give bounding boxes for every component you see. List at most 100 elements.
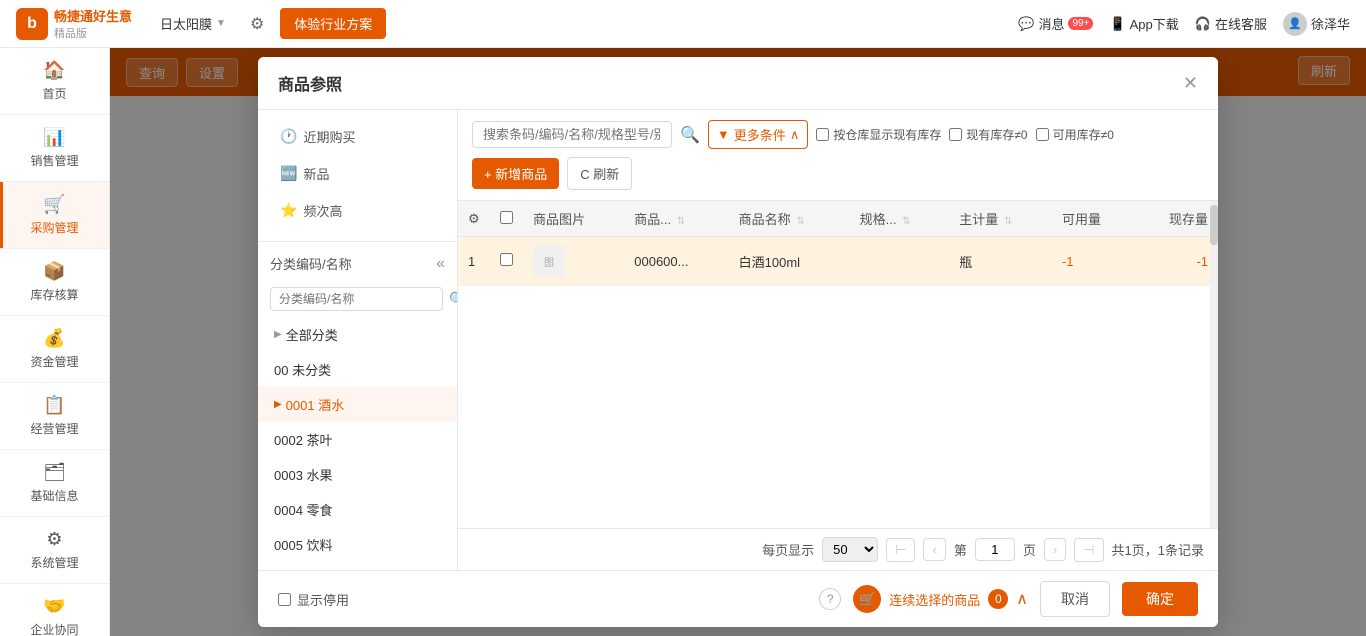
category-active-arrow-icon: ▶ <box>274 399 282 410</box>
left-collapse-button[interactable]: « <box>436 255 445 273</box>
available-ne-checkbox-label[interactable]: 可用库存≠0 <box>1036 126 1114 143</box>
online-service-label: 在线客服 <box>1215 14 1267 33</box>
content-area: 查询 设置 刷新 商品参照 ✕ 🕐 <box>110 48 1366 636</box>
message-button[interactable]: 💬 消息 99+ <box>1018 14 1093 33</box>
th-available[interactable]: 可用量 <box>1052 201 1135 237</box>
available-ne-checkbox[interactable] <box>1036 128 1049 141</box>
stock-ne-checkbox[interactable] <box>949 128 962 141</box>
add-product-button[interactable]: + 新增商品 <box>472 158 559 189</box>
modal-footer: 显示停用 ? 🛒 连续选择的商品 0 ∧ 取消 确定 <box>258 570 1218 627</box>
refresh-button[interactable]: C 刷新 <box>567 157 632 190</box>
product-search-input[interactable] <box>472 121 672 148</box>
category-0003[interactable]: 0003 水果 <box>258 457 457 492</box>
filter-button[interactable]: ▼ 更多条件 ∧ <box>708 120 808 149</box>
row-checkbox-cell[interactable] <box>490 237 523 286</box>
page-suffix: 页 <box>1023 540 1036 559</box>
sidebar-item-system[interactable]: ⚙ 系统管理 <box>0 517 109 584</box>
category-0002[interactable]: 0002 茶叶 <box>258 422 457 457</box>
tab-recent-purchase[interactable]: 🕐 近期购买 <box>270 120 445 153</box>
experience-button[interactable]: 体验行业方案 <box>280 8 386 39</box>
th-unit[interactable]: 主计量 ⇅ <box>949 201 1052 237</box>
sidebar-item-inventory[interactable]: 📦 库存核算 <box>0 249 109 316</box>
th-code[interactable]: 商品... ⇅ <box>624 201 728 237</box>
sidebar-item-home[interactable]: 🏠 首页 <box>0 48 109 115</box>
category-search-input[interactable] <box>270 287 443 311</box>
sort-code-icon: ⇅ <box>677 216 685 227</box>
th-image: 商品图片 <box>523 201 624 237</box>
sidebar-item-basic[interactable]: 🗂 基础信息 <box>0 450 109 517</box>
product-reference-modal: 商品参照 ✕ 🕐 近期购买 🆕 <box>258 57 1218 627</box>
warehouse-checkbox[interactable] <box>816 128 829 141</box>
sidebar-item-operation[interactable]: 📋 经营管理 <box>0 383 109 450</box>
row-checkbox[interactable] <box>500 253 513 266</box>
category-list: ▶ 全部分类 00 未分类 ▶ 0001 酒水 0002 茶 <box>258 317 457 570</box>
sort-name-icon: ⇅ <box>796 216 804 227</box>
help-icon[interactable]: ? <box>819 588 841 610</box>
app-download-button[interactable]: 📱 App下载 <box>1109 14 1178 33</box>
col-code-label: 商品... <box>634 212 671 227</box>
sidebar-label-basic: 基础信息 <box>30 487 78 504</box>
row-unit-cell: 瓶 <box>949 237 1052 286</box>
scrollbar-track[interactable] <box>1210 201 1218 528</box>
sidebar-item-sales[interactable]: 📊 销售管理 <box>0 115 109 182</box>
online-service-button[interactable]: 🎧 在线客服 <box>1195 14 1267 33</box>
logo-text: 畅捷通好生意 精品版 <box>54 6 132 41</box>
sidebar-item-finance[interactable]: 💰 资金管理 <box>0 316 109 383</box>
modal-close-button[interactable]: ✕ <box>1183 74 1198 92</box>
th-settings[interactable]: ⚙ <box>458 201 490 237</box>
category-label-00: 00 未分类 <box>274 360 331 379</box>
modal-overlay: 商品参照 ✕ 🕐 近期购买 🆕 <box>110 48 1366 636</box>
filter-label: 更多条件 <box>734 125 786 144</box>
table-row[interactable]: 1 图 000600... 白酒100ml 瓶 <box>458 237 1218 286</box>
sales-icon: 📊 <box>43 127 65 148</box>
stock-ne-checkbox-label[interactable]: 现有库存≠0 <box>949 126 1027 143</box>
per-page-select[interactable]: 50 100 200 <box>822 537 878 562</box>
sidebar-label-home: 首页 <box>42 85 66 102</box>
page-input[interactable] <box>975 538 1015 561</box>
sort-unit-icon: ⇅ <box>1004 216 1012 227</box>
store-name: 日太阳膜 <box>160 14 212 33</box>
tab-frequent[interactable]: ⭐ 频次高 <box>270 194 445 227</box>
message-label: 消息 <box>1038 14 1064 33</box>
row-code-cell: 000600... <box>624 237 728 286</box>
tab-new-product[interactable]: 🆕 新品 <box>270 157 445 190</box>
row-index: 1 <box>458 237 490 286</box>
th-checkbox[interactable] <box>490 201 523 237</box>
first-page-button[interactable]: ⊢ <box>886 538 915 562</box>
sidebar-item-purchase[interactable]: 🛒 采购管理 <box>0 182 109 249</box>
category-0004[interactable]: 0004 零食 <box>258 492 457 527</box>
scrollbar-thumb[interactable] <box>1210 205 1218 245</box>
enterprise-icon: 🤝 <box>43 596 65 617</box>
th-spec[interactable]: 规格... ⇅ <box>850 201 950 237</box>
logo: b 畅捷通好生意 精品版 <box>16 6 132 41</box>
store-selector[interactable]: 日太阳膜 ▼ <box>152 10 234 37</box>
category-0001[interactable]: ▶ 0001 酒水 <box>258 387 457 422</box>
category-search-icon[interactable]: 🔍 <box>449 291 458 308</box>
category-00[interactable]: 00 未分类 <box>258 352 457 387</box>
cart-icon[interactable]: 🛒 <box>853 585 881 613</box>
tab-new-label: 新品 <box>303 164 329 183</box>
last-page-button[interactable]: ⊣ <box>1074 538 1103 562</box>
product-search-icon[interactable]: 🔍 <box>680 125 700 145</box>
next-page-button[interactable]: › <box>1044 538 1066 561</box>
user-menu[interactable]: 👤 徐泽华 <box>1283 12 1350 36</box>
finance-icon: 💰 <box>43 328 65 349</box>
category-0005[interactable]: 0005 饮料 <box>258 527 457 562</box>
select-all-checkbox[interactable] <box>500 211 513 224</box>
th-name[interactable]: 商品名称 ⇅ <box>729 201 850 237</box>
settings-icon[interactable]: ⚙ <box>246 10 268 38</box>
category-label-0003: 0003 水果 <box>274 465 333 484</box>
warehouse-checkbox-label[interactable]: 按仓库显示现有库存 <box>816 126 941 143</box>
show-disabled-checkbox[interactable] <box>278 593 291 606</box>
prev-page-button[interactable]: ‹ <box>923 538 945 561</box>
cart-collapse-icon[interactable]: ∧ <box>1016 589 1028 609</box>
category-all[interactable]: ▶ 全部分类 <box>258 317 457 352</box>
confirm-button[interactable]: 确定 <box>1122 582 1198 616</box>
th-stock[interactable]: 现存量 <box>1135 201 1218 237</box>
sidebar-item-enterprise[interactable]: 🤝 企业协同 <box>0 584 109 636</box>
cancel-button[interactable]: 取消 <box>1040 581 1110 617</box>
category-0008[interactable]: 0008 水 <box>258 562 457 570</box>
per-page-label: 每页显示 <box>762 540 814 559</box>
tab-recent-label: 近期购买 <box>303 127 355 146</box>
show-disabled-checkbox-label[interactable]: 显示停用 <box>278 590 349 609</box>
